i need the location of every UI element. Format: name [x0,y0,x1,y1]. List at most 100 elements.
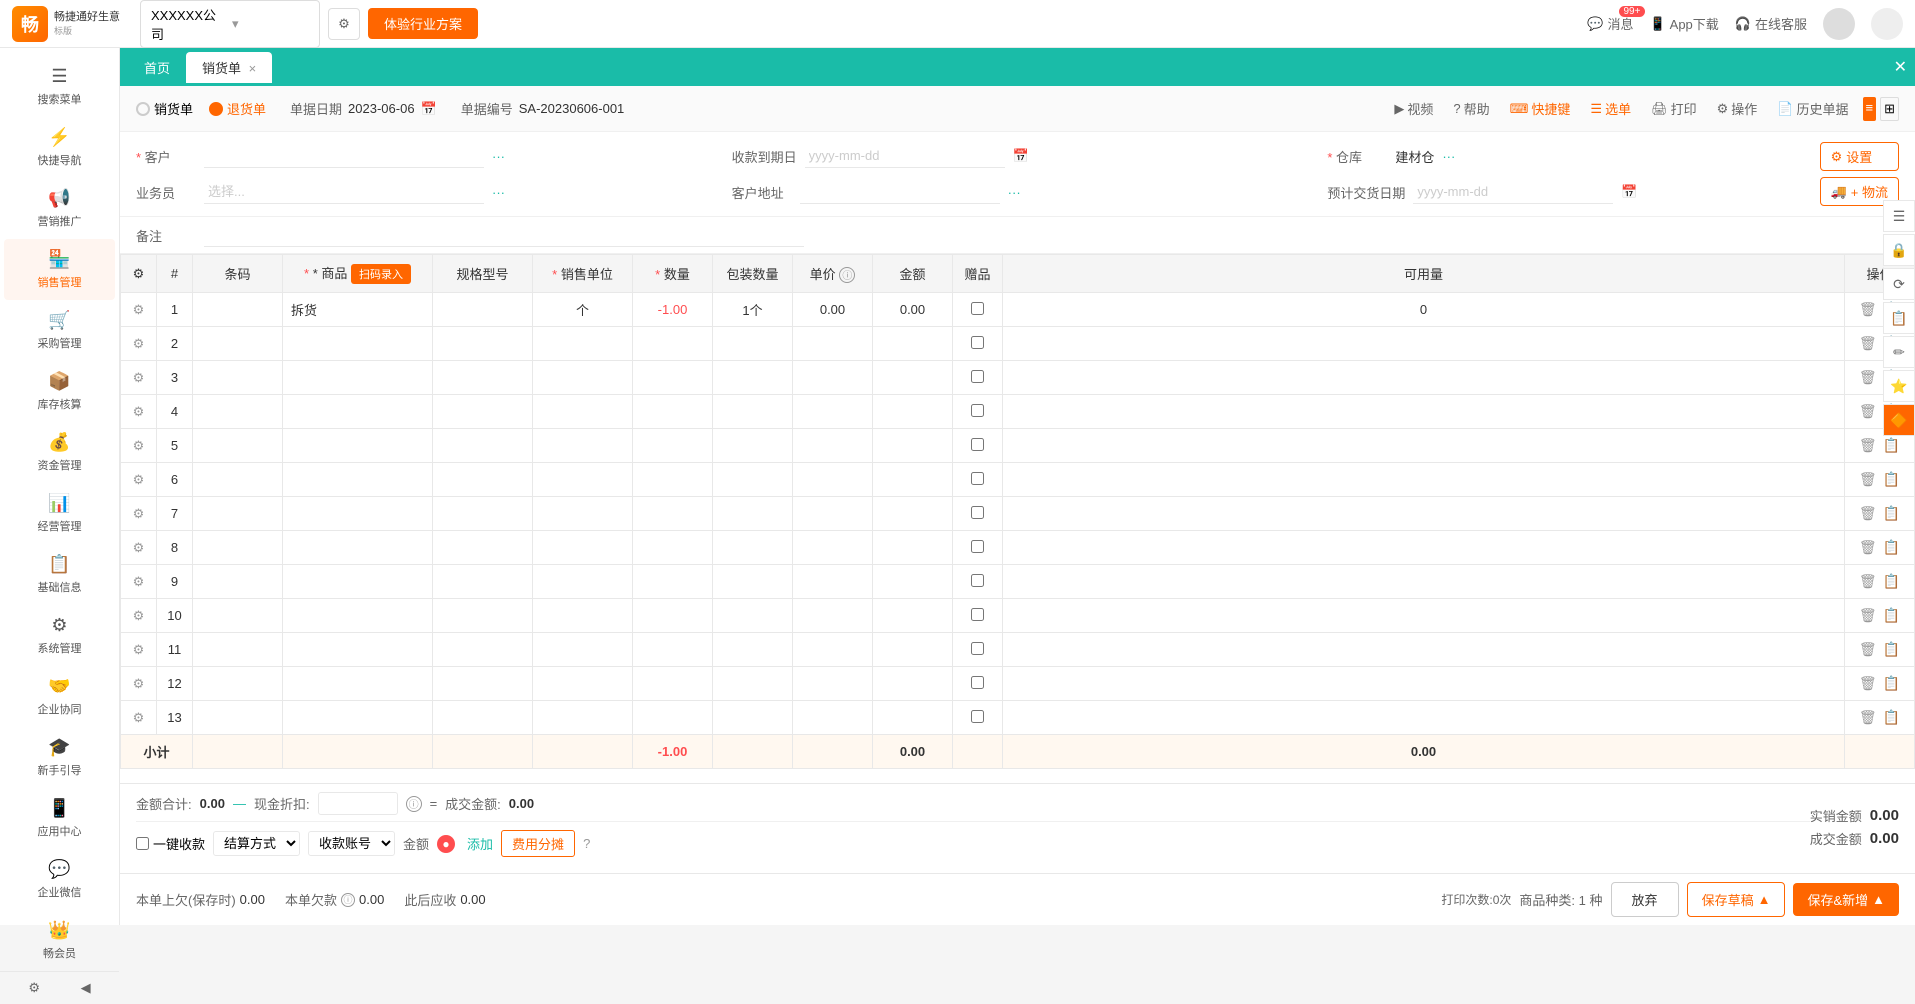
copy-row-icon-9[interactable]: 📋 [1883,607,1900,624]
delete-row-icon-4[interactable]: 🗑 [1859,437,1877,454]
delete-row-icon-3[interactable]: 🗑 [1859,403,1877,420]
payment-date-calendar-icon[interactable]: 📅 [1013,148,1029,164]
barcode-cell-7[interactable] [199,540,276,555]
help-button[interactable]: ? 帮助 [1447,96,1495,121]
delivery-date-input[interactable] [1413,180,1613,204]
copy-row-icon-6[interactable]: 📋 [1883,505,1900,522]
sidebar-item-search[interactable]: ☰ 搜索菜单 [4,56,115,117]
spec-cell-2[interactable] [439,370,526,385]
add-payment-button[interactable]: ● [437,835,455,853]
one-click-payment[interactable]: 一键收款 [136,834,205,853]
spec-cell-12[interactable] [439,710,526,725]
barcode-cell-5[interactable] [199,472,276,487]
barcode-cell-1[interactable] [199,336,276,351]
sidebar-item-guide[interactable]: 🎓 新手引导 [4,727,115,788]
float-btn-6[interactable]: ⭐ [1883,370,1915,402]
row-settings-icon[interactable]: ⚙ [133,302,145,317]
tab-sales-order[interactable]: 销货单 × [186,52,272,83]
window-close-button[interactable]: ✕ [1894,57,1907,77]
copy-row-icon-12[interactable]: 📋 [1883,709,1900,726]
sidebar-item-shortcuts[interactable]: ⚡ 快捷导航 [4,117,115,178]
select-order-button[interactable]: ☰ 选单 [1584,96,1637,121]
gift-checkbox-6[interactable] [971,506,984,519]
copy-row-icon-8[interactable]: 📋 [1883,573,1900,590]
delete-row-icon-7[interactable]: 🗑 [1859,539,1877,556]
delete-row-icon-9[interactable]: 🗑 [1859,607,1877,624]
video-button[interactable]: ▶ 视频 [1388,96,1439,121]
copy-row-icon-11[interactable]: 📋 [1883,675,1900,692]
sidebar-item-marketing[interactable]: 📢 营销推广 [4,178,115,239]
customer-input[interactable] [204,144,484,168]
delete-row-icon-1[interactable]: 🗑 [1859,335,1877,352]
help-icon-summary[interactable]: ? [583,836,590,851]
row-settings-icon[interactable]: ⚙ [133,676,145,691]
barcode-cell-12[interactable] [199,710,276,725]
copy-row-icon-10[interactable]: 📋 [1883,641,1900,658]
gift-checkbox-11[interactable] [971,676,984,689]
one-click-payment-checkbox[interactable] [136,837,149,850]
spec-cell-11[interactable] [439,676,526,691]
float-btn-1[interactable]: ☰ [1883,200,1915,232]
sidebar-item-vip[interactable]: 👑 畅会员 [4,910,115,971]
payment-method-select[interactable]: 结算方式 [213,831,300,856]
copy-row-icon-5[interactable]: 📋 [1883,471,1900,488]
salesperson-dots-button[interactable]: ··· [492,185,505,200]
gift-checkbox-0[interactable] [971,302,984,315]
customer-dots-button[interactable]: ··· [492,149,505,164]
customer-addr-input[interactable] [800,180,1000,204]
settings-panel-button[interactable]: ⚙ 设置 [1820,142,1899,171]
print-button[interactable]: 🖨 打印 [1645,96,1703,121]
addr-dots-button[interactable]: ··· [1008,185,1021,200]
app-download-button[interactable]: 📱 App下载 [1649,14,1718,33]
row-settings-icon[interactable]: ⚙ [133,370,145,385]
sidebar-item-base-info[interactable]: 📋 基础信息 [4,544,115,605]
sidebar-item-purchase[interactable]: 🛒 采购管理 [4,300,115,361]
gift-checkbox-4[interactable] [971,438,984,451]
company-selector[interactable]: XXXXXX公司 ▾ [140,0,320,48]
barcode-cell-2[interactable] [199,370,276,385]
spec-cell-4[interactable] [439,438,526,453]
sidebar-settings-icon[interactable]: ⚙ [28,980,40,996]
save-new-button[interactable]: 保存&新增 ▲ [1793,883,1899,916]
owe-info-icon[interactable]: ⓘ [341,893,355,907]
gift-checkbox-2[interactable] [971,370,984,383]
expense-split-button[interactable]: 费用分摊 [501,830,575,857]
row-settings-icon[interactable]: ⚙ [133,608,145,623]
experience-button[interactable]: 体验行业方案 [368,8,478,39]
payment-date-input[interactable] [805,144,1005,168]
discount-info-icon[interactable]: ⓘ [406,796,422,812]
delivery-date-calendar-icon[interactable]: 📅 [1621,184,1637,200]
barcode-cell-6[interactable] [199,506,276,521]
barcode-cell-8[interactable] [199,574,276,589]
spec-cell-6[interactable] [439,506,526,521]
spec-cell-8[interactable] [439,574,526,589]
delete-row-icon-6[interactable]: 🗑 [1859,505,1877,522]
col-settings-header[interactable]: ⚙ [121,255,157,293]
row-settings-icon[interactable]: ⚙ [133,710,145,725]
delete-row-icon-8[interactable]: 🗑 [1859,573,1877,590]
messages-button[interactable]: 💬 消息 99+ [1587,14,1633,33]
discard-button[interactable]: 放弃 [1611,882,1679,917]
delete-row-icon-5[interactable]: 🗑 [1859,471,1877,488]
sidebar-item-wechat[interactable]: 💬 企业微信 [4,849,115,910]
grid-view-button[interactable]: ⊞ [1880,97,1899,121]
gift-checkbox-3[interactable] [971,404,984,417]
copy-row-icon-4[interactable]: 📋 [1883,437,1900,454]
gift-checkbox-1[interactable] [971,336,984,349]
row-settings-icon[interactable]: ⚙ [133,642,145,657]
shortcut-button[interactable]: ⌨ 快捷键 [1504,96,1577,121]
online-service-button[interactable]: 🎧 在线客服 [1735,14,1807,33]
radio-sales-order[interactable]: 销货单 [136,99,193,118]
spec-cell-1[interactable] [439,336,526,351]
barcode-cell-11[interactable] [199,676,276,691]
row-settings-icon[interactable]: ⚙ [133,438,145,453]
row-settings-icon[interactable]: ⚙ [133,336,145,351]
sidebar-item-sales[interactable]: 🏪 销售管理 [4,239,115,300]
gift-checkbox-9[interactable] [971,608,984,621]
barcode-cell-9[interactable] [199,608,276,623]
scan-button[interactable]: 扫码录入 [351,264,411,284]
avatar[interactable] [1823,8,1855,40]
sidebar-collapse-icon[interactable]: ◀ [81,980,91,996]
spec-cell-9[interactable] [439,608,526,623]
barcode-cell-10[interactable] [199,642,276,657]
